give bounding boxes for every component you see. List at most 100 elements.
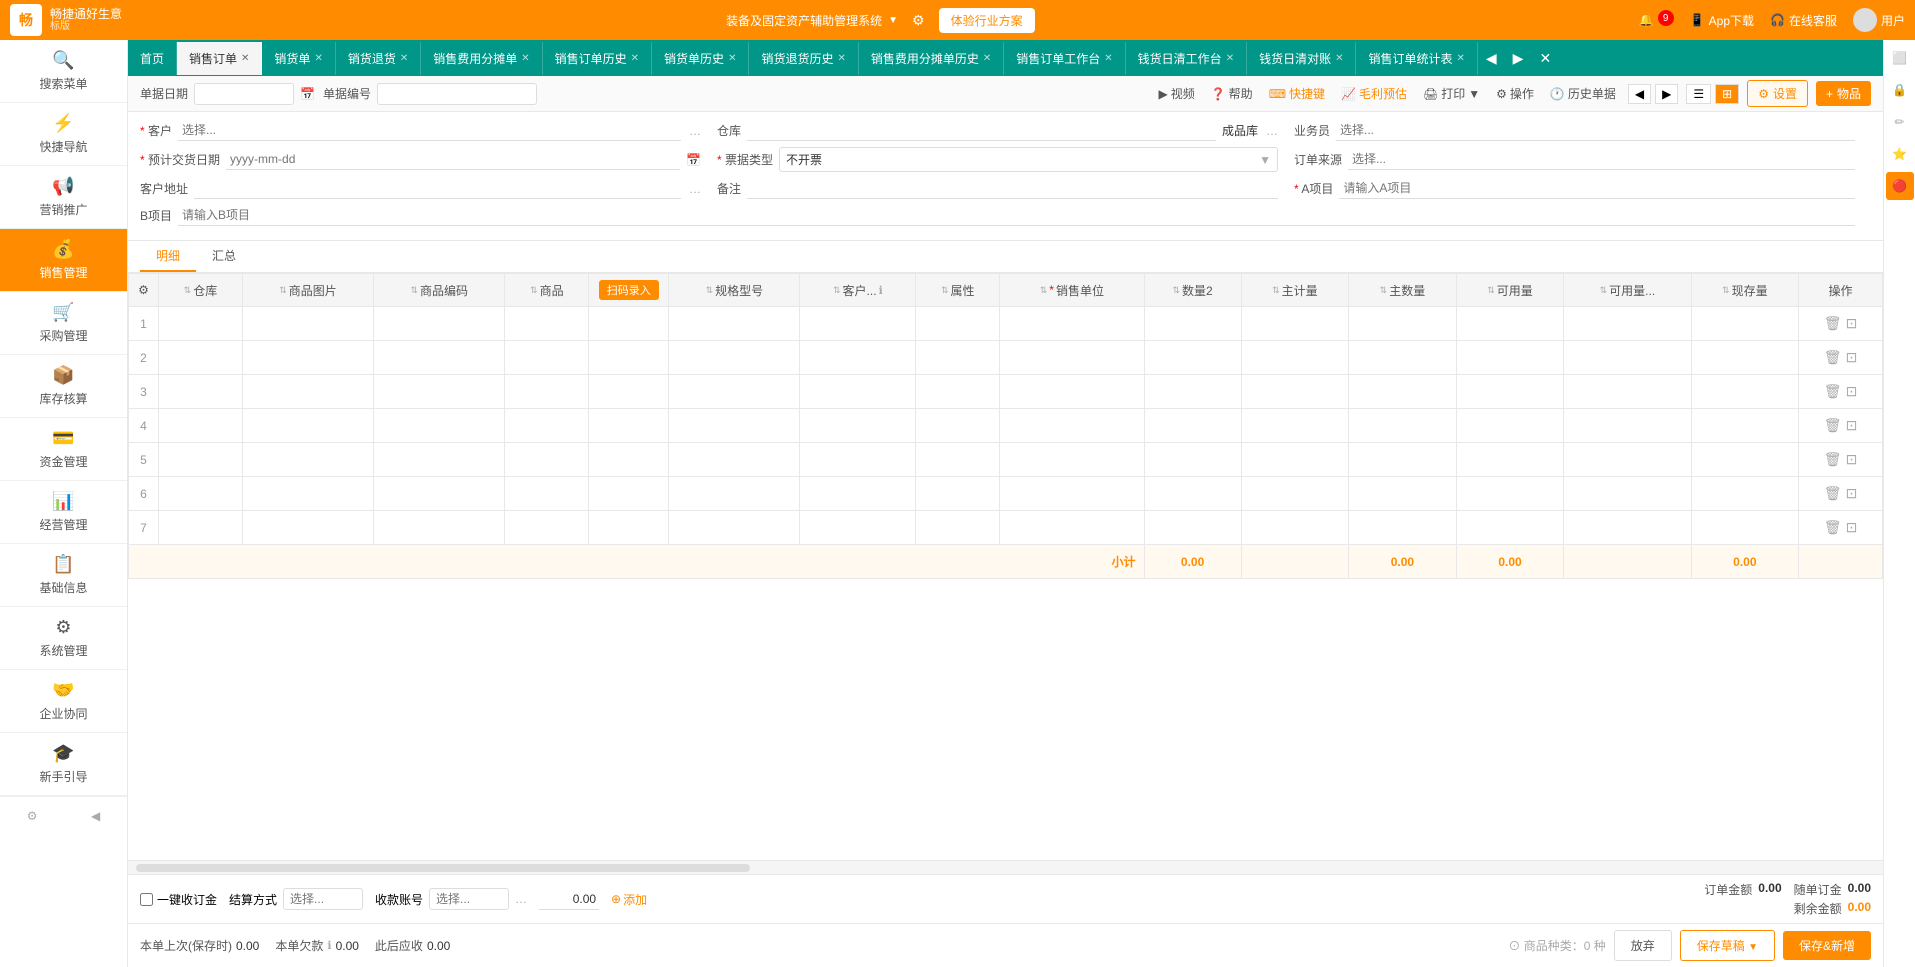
online-service-btn[interactable]: 🎧 在线客服 xyxy=(1770,12,1837,29)
tab-close-icon-8[interactable]: ✕ xyxy=(983,53,991,64)
right-panel-btn-1[interactable]: ⬜ xyxy=(1886,44,1914,72)
th-stock[interactable]: ⇅现存量 xyxy=(1691,274,1799,307)
row-2-code[interactable] xyxy=(374,341,505,375)
tab-more-btn[interactable]: ✕ xyxy=(1531,46,1559,71)
row-2-avail2[interactable] xyxy=(1564,341,1691,375)
row-5-warehouse[interactable] xyxy=(159,443,243,477)
tab-return-hist[interactable]: 销货退货历史 ✕ xyxy=(749,42,858,75)
row-7-warehouse[interactable] xyxy=(159,511,243,545)
a-project-input[interactable] xyxy=(1339,178,1855,199)
delivery-calendar-icon[interactable]: 📅 xyxy=(686,153,701,167)
help-btn[interactable]: ❓ 帮助 xyxy=(1207,83,1257,104)
delete-icon[interactable]: 🗑 xyxy=(1824,349,1842,366)
form-view-btn[interactable]: ⊞ xyxy=(1715,84,1739,104)
th-customer-code[interactable]: ⇅客户...ℹ xyxy=(800,274,916,307)
app-download-btn[interactable]: 📱 App下载 xyxy=(1690,12,1754,29)
row-2-mainqty[interactable] xyxy=(1349,341,1457,375)
row-2-attr[interactable] xyxy=(916,341,1000,375)
operate-btn[interactable]: ⚙ 操作 xyxy=(1492,83,1538,104)
sidebar-collapse-btn[interactable]: ⚙ xyxy=(23,805,42,827)
th-qty2[interactable]: ⇅数量2 xyxy=(1144,274,1241,307)
row-2-stock[interactable] xyxy=(1691,341,1799,375)
row-3-avail[interactable] xyxy=(1456,375,1564,409)
view-btn[interactable]: ▶ 视频 xyxy=(1154,83,1198,104)
th-warehouse[interactable]: ⇅仓库 xyxy=(159,274,243,307)
tab-close-icon-2[interactable]: ✕ xyxy=(314,53,322,64)
tab-close-icon-5[interactable]: ✕ xyxy=(631,53,639,64)
row-2-avail[interactable] xyxy=(1456,341,1564,375)
sidebar-toggle-btn[interactable]: ◀ xyxy=(87,805,104,827)
row-4-warehouse[interactable] xyxy=(159,409,243,443)
row-3-code[interactable] xyxy=(374,375,505,409)
amount-input[interactable] xyxy=(539,889,599,910)
discard-btn[interactable]: 放弃 xyxy=(1614,930,1672,961)
tab-sales-return[interactable]: 销货退货 ✕ xyxy=(336,42,421,75)
customer-more-icon[interactable]: … xyxy=(689,124,701,138)
user-btn[interactable]: 用户 xyxy=(1853,8,1905,32)
row-2-custcode[interactable] xyxy=(800,341,916,375)
tab-close-icon-7[interactable]: ✕ xyxy=(837,53,845,64)
tab-close-icon[interactable]: ✕ xyxy=(241,53,249,64)
sidebar-item-basic-info[interactable]: 📋 基础信息 xyxy=(0,544,127,607)
save-new-btn[interactable]: 保存&新增 xyxy=(1783,931,1871,960)
th-unit[interactable]: ⇅*销售单位 xyxy=(1000,274,1144,307)
tab-close-icon-3[interactable]: ✕ xyxy=(400,53,408,64)
copy-icon[interactable]: ⊡ xyxy=(1846,485,1858,502)
row-3-unit[interactable] xyxy=(1000,375,1144,409)
scroll-track[interactable] xyxy=(136,864,750,872)
account-more-icon[interactable]: … xyxy=(515,892,527,906)
number-input[interactable]: SO-20230324-001 xyxy=(377,83,537,105)
tab-daily-reconcile[interactable]: 钱货日清对账 ✕ xyxy=(1247,42,1356,75)
row-3-attr[interactable] xyxy=(916,375,1000,409)
settings-icon-btn[interactable]: ⚙ xyxy=(906,10,931,31)
tab-close-icon-10[interactable]: ✕ xyxy=(1226,53,1234,64)
row-2-spec[interactable] xyxy=(669,341,800,375)
row-2-warehouse[interactable] xyxy=(159,341,243,375)
remark-input[interactable] xyxy=(747,178,1278,199)
row-2-image[interactable] xyxy=(242,341,373,375)
row-1-custcode[interactable] xyxy=(800,307,916,341)
sidebar-item-finance[interactable]: 💳 资金管理 xyxy=(0,418,127,481)
row-1-attr[interactable] xyxy=(916,307,1000,341)
delete-icon[interactable]: 🗑 xyxy=(1824,315,1842,332)
th-available2[interactable]: ⇅可用量... xyxy=(1564,274,1691,307)
address-input[interactable] xyxy=(194,178,681,199)
row-3-spec[interactable] xyxy=(669,375,800,409)
warehouse-more-icon[interactable]: … xyxy=(1266,124,1278,138)
settings-btn[interactable]: ⚙ 设置 xyxy=(1747,80,1808,107)
debt-info-icon[interactable]: ℹ xyxy=(327,939,331,952)
system-dropdown-arrow[interactable]: ▼ xyxy=(888,15,898,26)
sidebar-item-inventory[interactable]: 📦 库存核算 xyxy=(0,355,127,418)
sidebar-item-quicknav[interactable]: ⚡ 快捷导航 xyxy=(0,103,127,166)
tab-sales-order-hist[interactable]: 销售订单历史 ✕ xyxy=(543,42,652,75)
history-btn[interactable]: 🕐 历史单据 xyxy=(1546,83,1620,104)
b-project-input[interactable] xyxy=(178,205,1855,226)
row-3-product[interactable] xyxy=(505,375,589,409)
delete-icon[interactable]: 🗑 xyxy=(1824,417,1842,434)
list-view-btn[interactable]: ☰ xyxy=(1686,84,1711,104)
copy-icon[interactable]: ⊡ xyxy=(1846,417,1858,434)
copy-icon[interactable]: ⊡ xyxy=(1846,383,1858,400)
tab-close-icon-4[interactable]: ✕ xyxy=(521,53,529,64)
tab-next-btn[interactable]: ▶ xyxy=(1505,46,1532,71)
message-btn[interactable]: 🔔 9 xyxy=(1639,12,1674,28)
copy-icon[interactable]: ⊡ xyxy=(1846,451,1858,468)
warehouse-input[interactable] xyxy=(747,120,1216,141)
th-image[interactable]: ⇅商品图片 xyxy=(242,274,373,307)
tab-sales-expense[interactable]: 销售费用分摊单 ✕ xyxy=(421,42,542,75)
sidebar-item-operations[interactable]: 📊 经营管理 xyxy=(0,481,127,544)
account-input[interactable] xyxy=(429,888,509,910)
delete-icon[interactable]: 🗑 xyxy=(1824,451,1842,468)
row-3-mainqty[interactable] xyxy=(1349,375,1457,409)
th-settings[interactable]: ⚙ xyxy=(129,274,159,307)
row-1-mainunit[interactable] xyxy=(1241,307,1349,341)
copy-icon[interactable]: ⊡ xyxy=(1846,315,1858,332)
th-code[interactable]: ⇅商品编码 xyxy=(374,274,505,307)
sidebar-item-system[interactable]: ⚙ 系统管理 xyxy=(0,607,127,670)
row-1-avail2[interactable] xyxy=(1564,307,1691,341)
row-1-code[interactable] xyxy=(374,307,505,341)
row-1-qty2[interactable] xyxy=(1144,307,1241,341)
row-1-warehouse[interactable] xyxy=(159,307,243,341)
tab-close-icon-12[interactable]: ✕ xyxy=(1457,53,1465,64)
right-panel-btn-orange[interactable]: 🔴 xyxy=(1886,172,1914,200)
